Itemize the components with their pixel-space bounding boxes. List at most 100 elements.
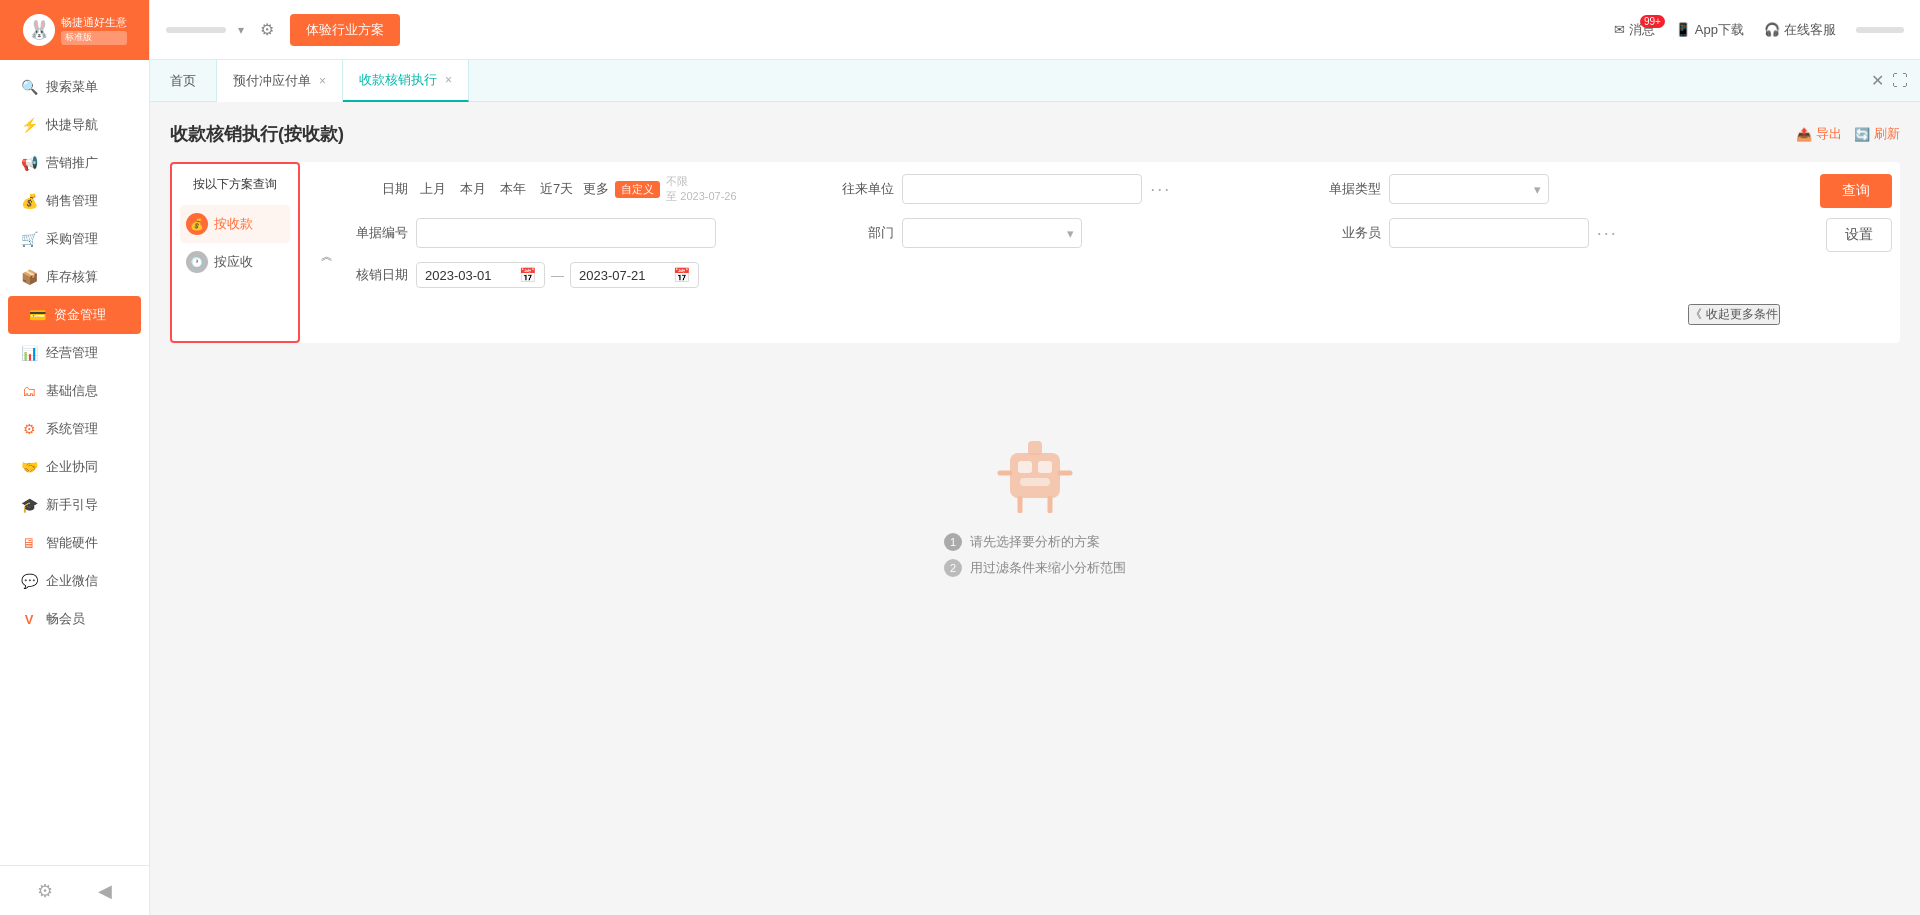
- verify-date-range: 📅 — 📅: [416, 262, 699, 288]
- sidebar-item-quick[interactable]: ⚡ 快捷导航: [0, 106, 149, 144]
- tabbar: 首页 预付冲应付单 × 收款核销执行 × ✕ ⛶: [150, 60, 1920, 102]
- app-download-action[interactable]: 📱 App下载: [1675, 21, 1744, 39]
- verify-end-input[interactable]: [579, 268, 669, 283]
- shortcut-this-year[interactable]: 本年: [496, 178, 530, 200]
- sidebar-item-hardware[interactable]: 🖥 智能硬件: [0, 524, 149, 562]
- filter-collapse-button[interactable]: 《: [316, 245, 337, 261]
- sidebar-item-operation[interactable]: 📊 经营管理: [0, 334, 149, 372]
- filter-row-3: 核销日期 📅 — 📅: [353, 262, 1796, 288]
- filter-option-by-collection[interactable]: 💰 按收款: [180, 205, 290, 243]
- empty-illustration: [990, 423, 1080, 513]
- collapse-sidebar-icon[interactable]: ◀: [98, 880, 112, 902]
- user-info[interactable]: [1856, 27, 1904, 33]
- tab-collection[interactable]: 收款核销执行 ×: [343, 60, 469, 102]
- filter-form: 日期 上月 本月 本年 近7天 更多 自定义 不限 至 2023-07-26: [337, 162, 1812, 343]
- tip-1-num: 1: [944, 533, 962, 551]
- date-more[interactable]: 更多: [583, 180, 609, 198]
- guide-icon: 🎓: [20, 497, 38, 513]
- shortcut-this-month[interactable]: 本月: [456, 178, 490, 200]
- export-icon: 📤: [1796, 127, 1812, 142]
- empty-tip-2: 2 用过滤条件来缩小分析范围: [944, 559, 1126, 577]
- svg-rect-3: [1020, 478, 1050, 486]
- inventory-icon: 📦: [20, 269, 38, 285]
- verify-end-cal-icon[interactable]: 📅: [673, 267, 690, 283]
- app-icon: 📱: [1675, 22, 1691, 37]
- sidebar-item-purchase[interactable]: 🛒 采购管理: [0, 220, 149, 258]
- date-to-hint: 至 2023-07-26: [666, 189, 736, 204]
- sidebar-item-basic[interactable]: 🗂 基础信息: [0, 372, 149, 410]
- service-action[interactable]: 🎧 在线客服: [1764, 21, 1836, 39]
- topbar-dropdown-icon[interactable]: ▾: [238, 23, 244, 37]
- settings-footer-icon[interactable]: ⚙: [37, 880, 53, 902]
- sidebar-item-marketing[interactable]: 📢 营销推广: [0, 144, 149, 182]
- service-icon: 🎧: [1764, 22, 1780, 37]
- filter-row-1: 日期 上月 本月 本年 近7天 更多 自定义 不限 至 2023-07-26: [353, 174, 1796, 204]
- verify-date-separator: —: [551, 268, 564, 283]
- staff-dots-button[interactable]: ···: [1597, 223, 1618, 244]
- sidebar-item-search[interactable]: 🔍 搜索菜单: [0, 68, 149, 106]
- sidebar-item-finance[interactable]: 💳 资金管理: [8, 296, 141, 334]
- tab-close-prepay[interactable]: ×: [319, 74, 326, 88]
- doc-type-select-wrap: [1389, 174, 1549, 204]
- counterpart-dots-button[interactable]: ···: [1150, 179, 1171, 200]
- doc-type-field: 单据类型: [1326, 174, 1796, 204]
- shortcut-last-month[interactable]: 上月: [416, 178, 450, 200]
- verify-end-wrap: 📅: [570, 262, 699, 288]
- shortcut-7days[interactable]: 近7天: [536, 178, 577, 200]
- date-custom-badge[interactable]: 自定义: [615, 181, 660, 198]
- quick-icon: ⚡: [20, 117, 38, 133]
- query-button[interactable]: 查询: [1820, 174, 1892, 208]
- search-icon: 🔍: [20, 79, 38, 95]
- doc-no-field: 单据编号: [353, 218, 823, 248]
- refresh-icon: 🔄: [1854, 127, 1870, 142]
- sales-icon: 💰: [20, 193, 38, 209]
- hardware-icon: 🖥: [20, 535, 38, 551]
- tip-2-num: 2: [944, 559, 962, 577]
- sidebar-item-inventory[interactable]: 📦 库存核算: [0, 258, 149, 296]
- topbar-gear-icon[interactable]: ⚙: [260, 20, 274, 39]
- counterpart-input[interactable]: [902, 174, 1142, 204]
- filter-option-by-receivable[interactable]: 🕐 按应收: [180, 243, 290, 281]
- verify-date-field: 核销日期 📅 — 📅: [353, 262, 1796, 288]
- by-collection-icon: 💰: [186, 213, 208, 235]
- member-icon: V: [20, 612, 38, 627]
- tab-prepay[interactable]: 预付冲应付单 ×: [217, 60, 343, 102]
- tab-expand-icon[interactable]: ⛶: [1892, 72, 1908, 90]
- page-header-actions: 📤 导出 🔄 刷新: [1796, 125, 1900, 143]
- tab-home[interactable]: 首页: [150, 60, 217, 102]
- doc-type-select[interactable]: [1389, 174, 1549, 204]
- message-icon: ✉: [1614, 22, 1625, 37]
- doc-no-label: 单据编号: [353, 224, 408, 242]
- refresh-button[interactable]: 🔄 刷新: [1854, 125, 1900, 143]
- solution-button[interactable]: 体验行业方案: [290, 14, 400, 46]
- dept-select[interactable]: [902, 218, 1082, 248]
- staff-input[interactable]: [1389, 218, 1589, 248]
- export-button[interactable]: 📤 导出: [1796, 125, 1842, 143]
- staff-field: 业务员 ···: [1326, 218, 1796, 248]
- sidebar-item-system[interactable]: ⚙ 系统管理: [0, 410, 149, 448]
- finance-icon: 💳: [28, 307, 46, 323]
- sidebar-item-member[interactable]: V 畅会员: [0, 600, 149, 638]
- logo-text: 畅捷通好生意 标准版: [61, 15, 127, 45]
- message-action[interactable]: ✉ 消息 99+: [1614, 21, 1655, 39]
- tab-close-all-icon[interactable]: ✕: [1871, 71, 1884, 90]
- svg-rect-0: [1010, 453, 1060, 498]
- filter-sidebar: 按以下方案查询 💰 按收款 🕐 按应收: [170, 162, 300, 343]
- tab-close-collection[interactable]: ×: [445, 73, 452, 87]
- verify-start-wrap: 📅: [416, 262, 545, 288]
- doc-no-input[interactable]: [416, 218, 716, 248]
- operation-icon: 📊: [20, 345, 38, 361]
- verify-start-cal-icon[interactable]: 📅: [519, 267, 536, 283]
- sidebar-item-sales[interactable]: 💰 销售管理: [0, 182, 149, 220]
- sidebar-item-collab[interactable]: 🤝 企业协同: [0, 448, 149, 486]
- svg-rect-2: [1038, 461, 1052, 473]
- main-area: ▾ ⚙ 体验行业方案 ✉ 消息 99+ 📱 App下载 🎧 在线客服 首页 预付…: [150, 0, 1920, 915]
- verify-start-input[interactable]: [425, 268, 515, 283]
- sidebar-nav: 🔍 搜索菜单 ⚡ 快捷导航 📢 营销推广 💰 销售管理 🛒 采购管理 📦 库存核…: [0, 60, 149, 865]
- collapse-more-button[interactable]: 《 收起更多条件: [1688, 304, 1780, 325]
- date-label: 日期: [353, 180, 408, 198]
- sidebar-item-wechat[interactable]: 💬 企业微信: [0, 562, 149, 600]
- setting-button[interactable]: 设置: [1826, 218, 1892, 252]
- sidebar-item-guide[interactable]: 🎓 新手引导: [0, 486, 149, 524]
- page-header: 收款核销执行(按收款) 📤 导出 🔄 刷新: [170, 122, 1900, 146]
